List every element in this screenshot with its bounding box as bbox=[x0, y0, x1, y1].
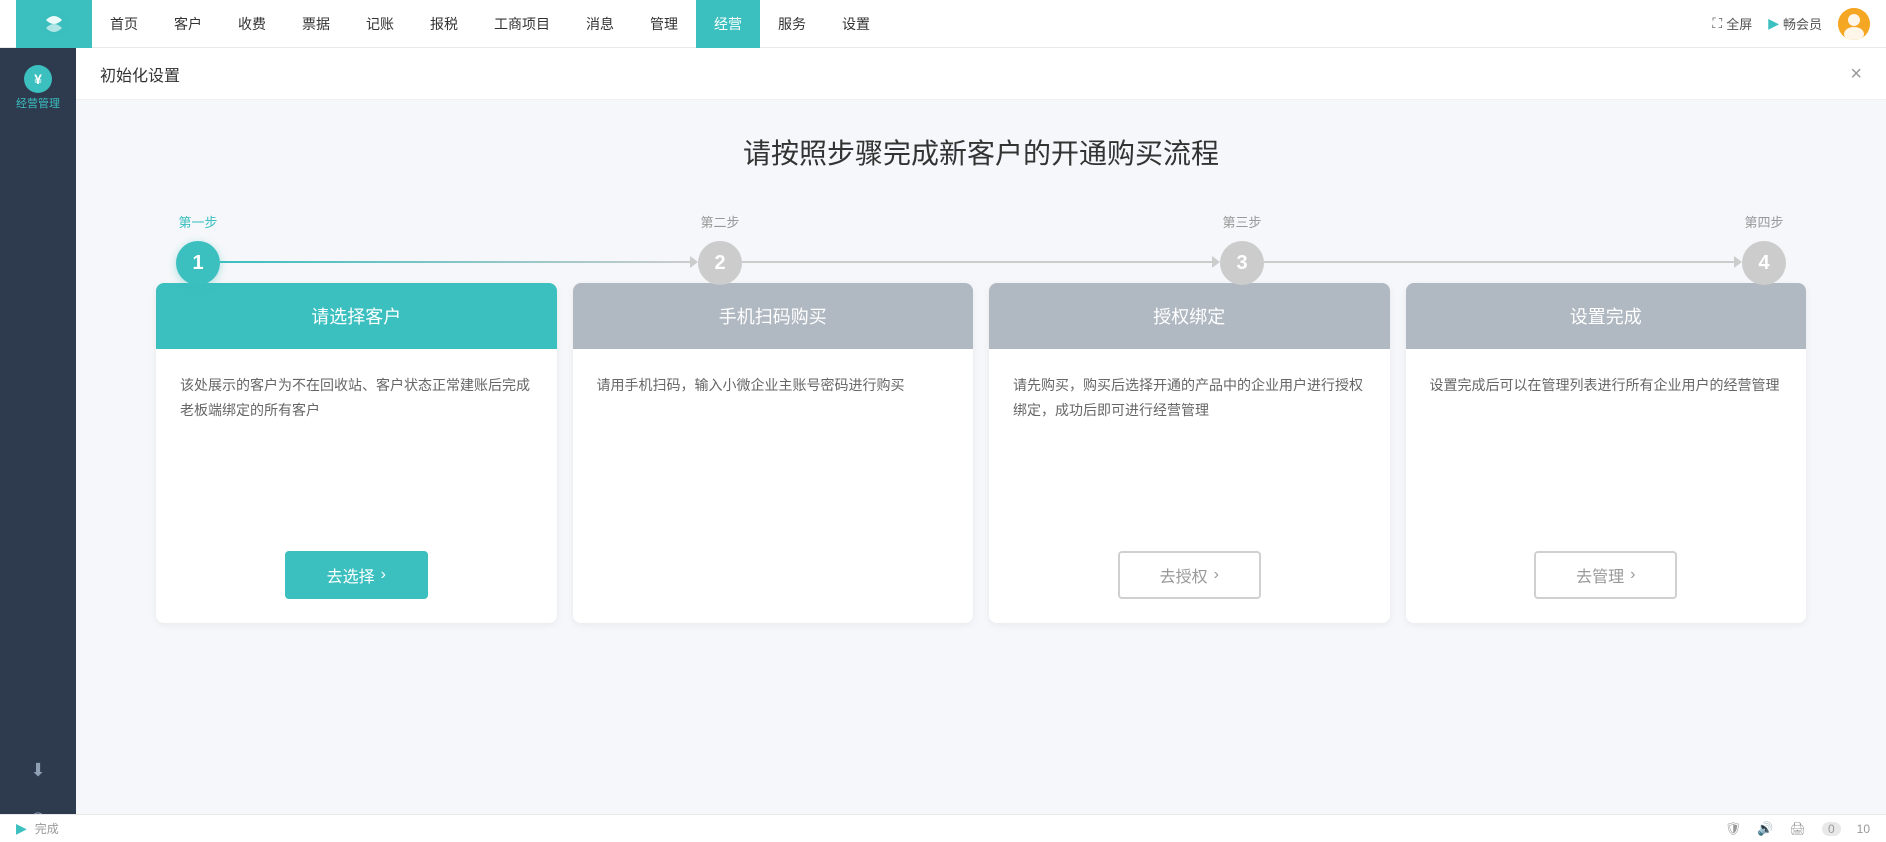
step4-label: 第四步 bbox=[1744, 212, 1783, 231]
card2-footer bbox=[573, 583, 974, 623]
step-col-4: 第四步 4 bbox=[1742, 212, 1786, 285]
sidebar-download[interactable]: ⬇ bbox=[0, 746, 76, 794]
card4-btn-label: 去管理 bbox=[1576, 563, 1624, 587]
card4-header: 设置完成 bbox=[1406, 283, 1807, 349]
card-3: 授权绑定 请先购买，购买后选择开通的产品中的企业用户进行授权绑定，成功后即可进行… bbox=[989, 283, 1390, 623]
card4-footer: 去管理 › bbox=[1406, 535, 1807, 623]
play-icon: ▶ bbox=[16, 820, 27, 837]
status-right: 🛡 🔊 🖨 0 10 bbox=[1725, 821, 1870, 837]
nav-item-tax[interactable]: 报税 bbox=[412, 0, 476, 48]
avatar[interactable] bbox=[1838, 8, 1870, 40]
card4-title: 设置完成 bbox=[1570, 307, 1642, 327]
status-bar: ▶ 完成 🛡 🔊 🖨 0 10 bbox=[0, 814, 1886, 842]
main-title: 请按照步骤完成新客户的开通购买流程 bbox=[136, 132, 1826, 172]
step1-circle: 1 bbox=[176, 241, 220, 285]
step3-circle: 3 bbox=[1220, 241, 1264, 285]
step2-label: 第二步 bbox=[700, 212, 739, 231]
nav-item-operation[interactable]: 经营 bbox=[696, 0, 760, 48]
step-col-1: 第一步 1 bbox=[176, 212, 220, 285]
time-icon: 10 bbox=[1857, 822, 1870, 836]
top-nav: 首页 客户 收费 票据 记账 报税 工商项目 消息 管理 经营 服务 设置 ⛶ … bbox=[0, 0, 1886, 48]
main-content: 初始化设置 × 请按照步骤完成新客户的开通购买流程 第一步 1 第二步 bbox=[76, 48, 1886, 842]
card3-btn-arrow: › bbox=[1214, 566, 1219, 584]
fullscreen-label: 全屏 bbox=[1726, 14, 1752, 33]
step3-label: 第三步 bbox=[1222, 212, 1261, 231]
card3-title: 授权绑定 bbox=[1153, 307, 1225, 327]
line-2 bbox=[742, 256, 1220, 268]
sidebar: ¥ 经营管理 ⬇ ◎ bbox=[0, 48, 76, 842]
nav-right: ⛶ 全屏 ▶ 畅会员 bbox=[1712, 8, 1870, 40]
card4-desc: 设置完成后可以在管理列表进行所有企业用户的经营管理 bbox=[1430, 373, 1783, 398]
nav-item-bill[interactable]: 票据 bbox=[284, 0, 348, 48]
nav-item-charge[interactable]: 收费 bbox=[220, 0, 284, 48]
nav-item-business[interactable]: 工商项目 bbox=[476, 0, 568, 48]
volume-icon: 🔊 bbox=[1757, 821, 1773, 837]
close-button[interactable]: × bbox=[1850, 64, 1862, 84]
card2-title: 手机扫码购买 bbox=[719, 307, 827, 327]
card1-btn-arrow: › bbox=[381, 566, 386, 584]
card1-footer: 去选择 › bbox=[156, 535, 557, 623]
fullscreen-icon: ⛶ bbox=[1712, 15, 1722, 32]
steps-row: 第一步 1 第二步 2 bbox=[136, 212, 1826, 285]
nav-item-service[interactable]: 服务 bbox=[760, 0, 824, 48]
print-icon: 🖨 bbox=[1789, 821, 1806, 837]
process-container: 请按照步骤完成新客户的开通购买流程 第一步 1 第二步 2 bbox=[76, 100, 1886, 842]
card4-body: 设置完成后可以在管理列表进行所有企业用户的经营管理 bbox=[1406, 349, 1807, 535]
layout: ¥ 经营管理 ⬇ ◎ 初始化设置 × 请按照步骤完成新客户的开通购买流程 第一步… bbox=[0, 48, 1886, 842]
step4-circle: 4 bbox=[1742, 241, 1786, 285]
card3-footer: 去授权 › bbox=[989, 535, 1390, 623]
line-1 bbox=[220, 256, 698, 268]
card-4: 设置完成 设置完成后可以在管理列表进行所有企业用户的经营管理 去管理 › bbox=[1406, 283, 1807, 623]
card2-header: 手机扫码购买 bbox=[573, 283, 974, 349]
nav-item-account[interactable]: 记账 bbox=[348, 0, 412, 48]
sidebar-item-operation[interactable]: ¥ 经营管理 bbox=[0, 56, 76, 120]
nav-item-manage[interactable]: 管理 bbox=[632, 0, 696, 48]
card1-header: 请选择客户 bbox=[156, 283, 557, 349]
card1-title: 请选择客户 bbox=[311, 307, 401, 327]
nav-item-customer[interactable]: 客户 bbox=[156, 0, 220, 48]
card3-desc: 请先购买，购买后选择开通的产品中的企业用户进行授权绑定，成功后即可进行经营管理 bbox=[1013, 373, 1366, 423]
page-title: 初始化设置 bbox=[100, 62, 180, 86]
shield-icon: 🛡 bbox=[1725, 821, 1742, 837]
nav-item-message[interactable]: 消息 bbox=[568, 0, 632, 48]
card3-btn[interactable]: 去授权 › bbox=[1118, 551, 1261, 599]
sidebar-item-label: 经营管理 bbox=[16, 97, 60, 111]
card2-body: 请用手机扫码，输入小微企业主账号密码进行购买 bbox=[573, 349, 974, 583]
card1-body: 该处展示的客户为不在回收站、客户状态正常建账后完成老板端绑定的所有客户 bbox=[156, 349, 557, 535]
vip-label: 畅会员 bbox=[1783, 14, 1822, 33]
nav-item-settings[interactable]: 设置 bbox=[824, 0, 888, 48]
step-col-3: 第三步 3 bbox=[1220, 212, 1264, 285]
download-icon: ⬇ bbox=[30, 760, 45, 781]
card1-desc: 该处展示的客户为不在回收站、客户状态正常建账后完成老板端绑定的所有客户 bbox=[180, 373, 533, 423]
card1-btn-label: 去选择 bbox=[327, 563, 375, 587]
nav-logo bbox=[16, 0, 92, 48]
card4-btn-arrow: › bbox=[1630, 566, 1635, 584]
card-2: 手机扫码购买 请用手机扫码，输入小微企业主账号密码进行购买 bbox=[573, 283, 974, 623]
fullscreen-btn[interactable]: ⛶ 全屏 bbox=[1712, 14, 1752, 33]
vip-btn[interactable]: ▶ 畅会员 bbox=[1768, 14, 1822, 33]
card1-btn[interactable]: 去选择 › bbox=[285, 551, 428, 599]
step1-label: 第一步 bbox=[178, 212, 217, 231]
page-header: 初始化设置 × bbox=[76, 48, 1886, 100]
card3-header: 授权绑定 bbox=[989, 283, 1390, 349]
step2-circle: 2 bbox=[698, 241, 742, 285]
zero-badge: 0 bbox=[1822, 822, 1841, 836]
status-label: 完成 bbox=[35, 820, 59, 837]
operation-icon: ¥ bbox=[24, 65, 52, 93]
nav-item-home[interactable]: 首页 bbox=[92, 0, 156, 48]
card2-desc: 请用手机扫码，输入小微企业主账号密码进行购买 bbox=[597, 373, 950, 398]
step-col-2: 第二步 2 bbox=[698, 212, 742, 285]
card3-btn-label: 去授权 bbox=[1160, 563, 1208, 587]
cards-row: 请选择客户 该处展示的客户为不在回收站、客户状态正常建账后完成老板端绑定的所有客… bbox=[136, 283, 1826, 623]
card4-btn[interactable]: 去管理 › bbox=[1534, 551, 1677, 599]
card-1: 请选择客户 该处展示的客户为不在回收站、客户状态正常建账后完成老板端绑定的所有客… bbox=[156, 283, 557, 623]
vip-icon: ▶ bbox=[1768, 15, 1779, 32]
card3-body: 请先购买，购买后选择开通的产品中的企业用户进行授权绑定，成功后即可进行经营管理 bbox=[989, 349, 1390, 535]
nav-items: 首页 客户 收费 票据 记账 报税 工商项目 消息 管理 经营 服务 设置 bbox=[92, 0, 1712, 48]
line-3 bbox=[1264, 256, 1742, 268]
